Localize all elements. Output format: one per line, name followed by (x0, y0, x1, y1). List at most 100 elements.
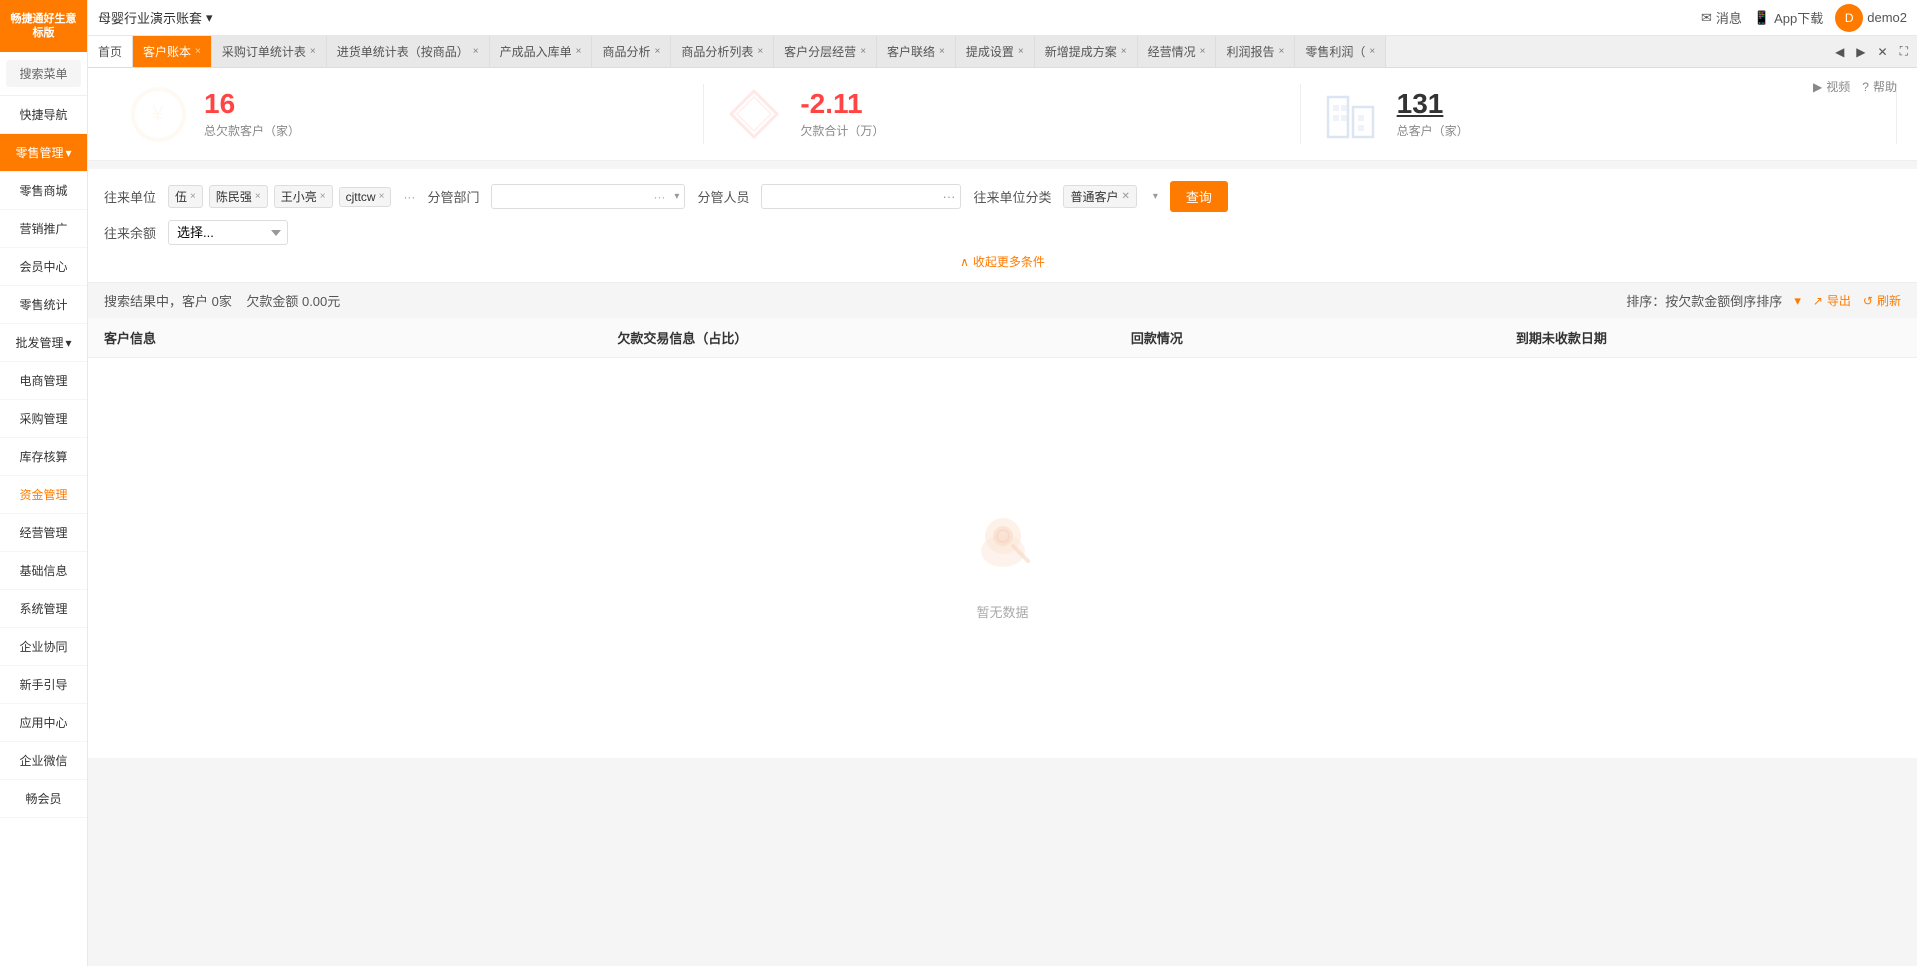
tab-home[interactable]: 首页 (88, 36, 133, 68)
sidebar-item-quick-nav[interactable]: 快捷导航 (0, 96, 87, 134)
tab-close-customer-contact[interactable]: × (939, 46, 945, 57)
tab-close-retail-profit[interactable]: × (1369, 46, 1375, 57)
messages-label: 消息 (1716, 8, 1742, 27)
sidebar-item-enterprise[interactable]: 企业协同 (0, 628, 87, 666)
tab-product-analysis[interactable]: 商品分析 × (592, 36, 671, 68)
sidebar-item-inventory[interactable]: 库存核算 (0, 438, 87, 476)
tab-promo-settings[interactable]: 提成设置 × (956, 36, 1035, 68)
tab-close-add-promo[interactable]: × (1121, 46, 1127, 57)
collapse-button[interactable]: ∧ 收起更多条件 (104, 253, 1901, 270)
tab-close-purchase-stats[interactable]: × (473, 46, 479, 57)
sidebar-item-operation-mgmt[interactable]: 经营管理 (0, 514, 87, 552)
tab-label-promo-settings: 提成设置 (966, 43, 1014, 60)
sidebar-item-vip-member[interactable]: 畅会员 (0, 780, 87, 818)
tab-close-profit-report[interactable]: × (1278, 46, 1284, 57)
unit-tag-remove[interactable]: × (320, 191, 326, 202)
sidebar-item-retail-stats[interactable]: 零售统计 (0, 286, 87, 324)
sidebar-item-system-mgmt[interactable]: 系统管理 (0, 590, 87, 628)
sidebar-item-marketing[interactable]: 营销推广 (0, 210, 87, 248)
tab-close-customer-book[interactable]: × (195, 46, 201, 57)
tab-prev-arrow[interactable]: ◀ (1830, 43, 1849, 61)
tab-purchase-stats[interactable]: 进货单统计表（按商品） × (327, 36, 490, 68)
unit-more[interactable]: ··· (403, 190, 415, 204)
messages-button[interactable]: ✉ 消息 (1701, 8, 1742, 27)
tab-close-product-analysis-list[interactable]: × (757, 46, 763, 57)
dept-chevron: ▾ (674, 191, 679, 202)
help-button[interactable]: ? 帮助 (1862, 78, 1897, 95)
dept-dots[interactable]: ··· (653, 190, 665, 204)
tab-add-promo[interactable]: 新增提成方案× (1035, 36, 1138, 68)
sidebar-item-new-guide[interactable]: 新手引导 (0, 666, 87, 704)
tab-close-customer-segment[interactable]: × (860, 46, 866, 57)
sidebar-arrow-icon: ▾ (65, 336, 71, 350)
sidebar-item-ecommerce[interactable]: 电商管理 (0, 362, 87, 400)
sidebar-item-purchase-mgmt[interactable]: 采购管理 (0, 400, 87, 438)
unit-tag-value: 王小亮 (281, 188, 317, 205)
tab-label-operation: 经营情况 (1148, 43, 1196, 60)
sidebar-item-wholesale-mgmt[interactable]: 批发管理▾ (0, 324, 87, 362)
unit-tag-remove[interactable]: × (255, 191, 261, 202)
logo-text: 畅捷通好生意 标版 (11, 12, 77, 41)
content-area: ¥ 16 总欠款客户（家） -2.11 欠款合计（万） (88, 68, 1917, 966)
unit-type-tag-value: 普通客户 (1070, 188, 1118, 205)
tab-close-product-analysis[interactable]: × (654, 46, 660, 57)
tab-customer-segment[interactable]: 客户分层经营× (774, 36, 877, 68)
tab-profit-report[interactable]: 利润报告× (1216, 36, 1295, 68)
sidebar-item-app-center[interactable]: 应用中心 (0, 704, 87, 742)
filter-row-2: 往来余额 选择... (104, 220, 1901, 245)
query-button[interactable]: 查询 (1170, 181, 1228, 212)
unit-type-chevron[interactable]: ▾ (1153, 191, 1158, 202)
tab-label-purchase-stats: 进货单统计表（按商品） (337, 43, 469, 60)
tab-label-customer-contact: 客户联络 (887, 43, 935, 60)
tab-customer-book[interactable]: 客户账本× (133, 36, 212, 68)
account-selector[interactable]: 母婴行业演示账套 ▾ (98, 8, 213, 27)
export-button[interactable]: ↗ 导出 (1813, 292, 1851, 309)
video-button[interactable]: ▶ 视频 (1813, 78, 1850, 95)
sidebar-item-basic-info[interactable]: 基础信息 (0, 552, 87, 590)
help-label: 帮助 (1873, 78, 1897, 95)
balance-select[interactable]: 选择... (168, 220, 288, 245)
person-dots[interactable]: ··· (942, 189, 955, 204)
tab-label-retail-profit: 零售利润（ (1305, 43, 1365, 60)
tab-retail-profit[interactable]: 零售利润（ × (1295, 36, 1386, 68)
tab-product-analysis-list[interactable]: 商品分析列表× (671, 36, 774, 68)
refresh-button[interactable]: ↺ 刷新 (1863, 292, 1901, 309)
tab-label-product-analysis: 商品分析 (602, 43, 650, 60)
unit-label: 往来单位 (104, 187, 156, 206)
unit-tag-王小亮: 王小亮× (274, 185, 333, 208)
tab-close-operation[interactable]: × (1200, 46, 1206, 57)
sidebar-item-enterprise-wechat[interactable]: 企业微信 (0, 742, 87, 780)
sort-chevron[interactable]: ▾ (1794, 293, 1801, 309)
credit-customers-value: 16 (204, 89, 300, 120)
unit-tag-remove[interactable]: × (190, 191, 196, 202)
person-input[interactable] (761, 184, 961, 209)
tab-customer-contact[interactable]: 客户联络 × (877, 36, 956, 68)
tab-close-product-inbound[interactable]: × (576, 46, 582, 57)
tab-purchase-order[interactable]: 采购订单统计表× (212, 36, 327, 68)
sidebar-item-member-center[interactable]: 会员中心 (0, 248, 87, 286)
tab-close-purchase-order[interactable]: × (310, 46, 316, 57)
tab-operation[interactable]: 经营情况 × (1138, 36, 1217, 68)
tab-product-inbound[interactable]: 产成品入库单× (490, 36, 593, 68)
tab-next-arrow[interactable]: ▶ (1851, 43, 1870, 61)
unit-type-label: 往来单位分类 (973, 187, 1051, 206)
tab-expand[interactable]: ⛶ (1895, 42, 1913, 61)
unit-type-remove[interactable]: ✕ (1122, 191, 1130, 202)
export-label: 导出 (1827, 292, 1851, 309)
sidebar-item-retail-shop[interactable]: 零售商城 (0, 172, 87, 210)
app-download-button[interactable]: 📱 App下载 (1754, 8, 1823, 27)
sort-label: 排序：按欠款金额倒序排序 (1626, 291, 1782, 310)
sidebar-item-finance-mgmt[interactable]: 资金管理 (0, 476, 87, 514)
tab-close-all[interactable]: ✕ (1873, 43, 1893, 61)
topbar-right: ✉ 消息 📱 App下载 D demo2 (1701, 4, 1907, 32)
chevron-down-icon[interactable]: ▾ (206, 10, 213, 26)
sidebar-item-retail-mgmt[interactable]: 零售管理▾ (0, 134, 87, 172)
sidebar-arrow-icon: ▾ (65, 146, 71, 160)
search-menu-button[interactable]: 搜索菜单 (6, 60, 81, 87)
empty-icon (963, 496, 1043, 590)
user-menu[interactable]: D demo2 (1835, 4, 1907, 32)
topbar: 母婴行业演示账套 ▾ ✉ 消息 📱 App下载 D demo2 (88, 0, 1917, 36)
sidebar-search[interactable]: 搜索菜单 (0, 52, 87, 96)
tab-close-promo-settings[interactable]: × (1018, 46, 1024, 57)
unit-tag-remove[interactable]: × (379, 191, 385, 202)
